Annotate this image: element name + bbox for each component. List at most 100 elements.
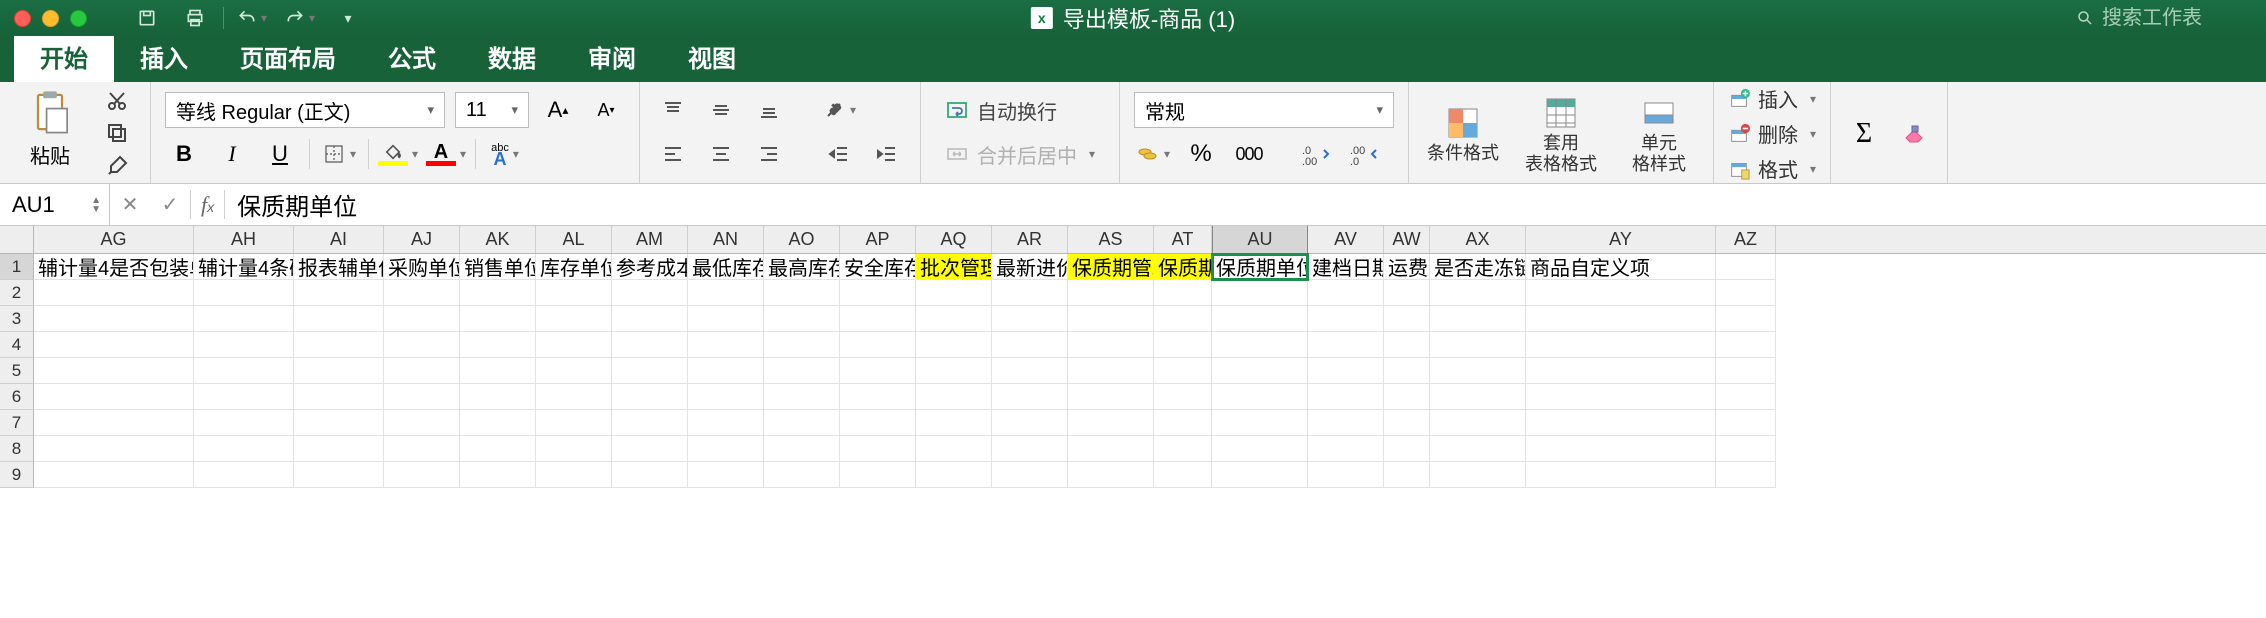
cell-AS3[interactable] (1068, 306, 1154, 332)
increase-decimal-button[interactable]: .0.00 (1298, 137, 1336, 171)
cell-AP9[interactable] (840, 462, 916, 488)
autosum-button[interactable]: Σ (1845, 117, 1883, 151)
cell-AV1[interactable]: 建档日期 (1308, 254, 1384, 280)
cell-AS1[interactable]: 保质期管理 (1068, 254, 1154, 280)
cell-AN3[interactable] (688, 306, 764, 332)
tab-数据[interactable]: 数据 (462, 29, 562, 82)
cell-AM7[interactable] (612, 410, 688, 436)
cell-AY7[interactable] (1526, 410, 1716, 436)
cell-styles-button[interactable]: 单元 格样式 (1619, 93, 1699, 174)
cell-AH2[interactable] (194, 280, 294, 306)
row-header-8[interactable]: 8 (0, 436, 34, 462)
column-header-AI[interactable]: AI (294, 226, 384, 253)
cell-AO3[interactable] (764, 306, 840, 332)
cell-AS2[interactable] (1068, 280, 1154, 306)
cell-AH6[interactable] (194, 384, 294, 410)
cell-AL3[interactable] (536, 306, 612, 332)
increase-indent-button[interactable] (868, 137, 906, 171)
align-top-button[interactable] (654, 93, 692, 127)
qat-customize-button[interactable]: ▾ (328, 3, 368, 33)
cell-AR6[interactable] (992, 384, 1068, 410)
font-color-button[interactable]: A (427, 137, 465, 171)
cell-AS6[interactable] (1068, 384, 1154, 410)
cell-AH8[interactable] (194, 436, 294, 462)
underline-button[interactable]: U (261, 137, 299, 171)
cell-AV8[interactable] (1308, 436, 1384, 462)
cut-button[interactable] (98, 88, 136, 114)
decrease-decimal-button[interactable]: .00.0 (1346, 137, 1384, 171)
cell-AP5[interactable] (840, 358, 916, 384)
wrap-text-button[interactable]: 自动换行 (935, 94, 1067, 126)
row-header-9[interactable]: 9 (0, 462, 34, 488)
cell-AM3[interactable] (612, 306, 688, 332)
cell-AV2[interactable] (1308, 280, 1384, 306)
cell-AN8[interactable] (688, 436, 764, 462)
format-cells-button[interactable]: 格式 (1728, 154, 1816, 183)
search-input[interactable] (2102, 7, 2252, 30)
cell-AX7[interactable] (1430, 410, 1526, 436)
cell-AT7[interactable] (1154, 410, 1212, 436)
tab-开始[interactable]: 开始 (14, 29, 114, 82)
cell-AJ6[interactable] (384, 384, 460, 410)
cell-AQ9[interactable] (916, 462, 992, 488)
column-header-AY[interactable]: AY (1526, 226, 1716, 253)
cell-AZ7[interactable] (1716, 410, 1776, 436)
column-header-AU[interactable]: AU (1212, 226, 1308, 253)
column-header-AZ[interactable]: AZ (1716, 226, 1776, 253)
cell-AT9[interactable] (1154, 462, 1212, 488)
cell-AR7[interactable] (992, 410, 1068, 436)
name-box[interactable]: AU1 ▲▼ (0, 184, 110, 225)
cell-AJ8[interactable] (384, 436, 460, 462)
cell-AR1[interactable]: 最新进价 (992, 254, 1068, 280)
cell-AT2[interactable] (1154, 280, 1212, 306)
cell-AL1[interactable]: 库存单位 (536, 254, 612, 280)
cell-AW1[interactable]: 运费 (1384, 254, 1430, 280)
tab-审阅[interactable]: 审阅 (562, 29, 662, 82)
cell-AJ5[interactable] (384, 358, 460, 384)
cell-AM6[interactable] (612, 384, 688, 410)
cell-AM8[interactable] (612, 436, 688, 462)
row-header-1[interactable]: 1 (0, 254, 34, 280)
cell-AI3[interactable] (294, 306, 384, 332)
search-sheet[interactable] (2076, 7, 2252, 30)
cell-AZ9[interactable] (1716, 462, 1776, 488)
cell-AN1[interactable]: 最低库存 (688, 254, 764, 280)
cell-AG8[interactable] (34, 436, 194, 462)
cell-AW4[interactable] (1384, 332, 1430, 358)
cell-AX3[interactable] (1430, 306, 1526, 332)
cell-AW2[interactable] (1384, 280, 1430, 306)
cell-AU3[interactable] (1212, 306, 1308, 332)
font-name-combo[interactable]: 等线 Regular (正文)▾ (165, 92, 445, 128)
row-header-2[interactable]: 2 (0, 280, 34, 306)
cell-AI9[interactable] (294, 462, 384, 488)
cell-AX1[interactable]: 是否走冻链 (1430, 254, 1526, 280)
number-format-combo[interactable]: 常规▾ (1134, 92, 1394, 128)
cell-AO2[interactable] (764, 280, 840, 306)
decrease-indent-button[interactable] (820, 137, 858, 171)
cell-AY4[interactable] (1526, 332, 1716, 358)
cell-AY6[interactable] (1526, 384, 1716, 410)
orientation-button[interactable]: ab (820, 93, 858, 127)
cell-AJ4[interactable] (384, 332, 460, 358)
copy-button[interactable] (98, 120, 136, 146)
currency-button[interactable] (1134, 137, 1172, 171)
cell-AG2[interactable] (34, 280, 194, 306)
cancel-formula-button[interactable]: ✕ (110, 192, 150, 217)
paste-button[interactable]: 粘贴 (14, 88, 86, 169)
cell-AZ5[interactable] (1716, 358, 1776, 384)
cell-AG5[interactable] (34, 358, 194, 384)
cell-AT6[interactable] (1154, 384, 1212, 410)
column-header-AG[interactable]: AG (34, 226, 194, 253)
confirm-formula-button[interactable]: ✓ (150, 192, 190, 217)
cell-AG4[interactable] (34, 332, 194, 358)
cell-AL7[interactable] (536, 410, 612, 436)
cell-AQ8[interactable] (916, 436, 992, 462)
column-header-AQ[interactable]: AQ (916, 226, 992, 253)
cell-AV6[interactable] (1308, 384, 1384, 410)
cell-AO8[interactable] (764, 436, 840, 462)
fx-icon[interactable]: fx (191, 192, 224, 218)
cell-AU9[interactable] (1212, 462, 1308, 488)
cell-AI6[interactable] (294, 384, 384, 410)
cell-AX8[interactable] (1430, 436, 1526, 462)
insert-cells-button[interactable]: 插入 (1728, 84, 1816, 113)
